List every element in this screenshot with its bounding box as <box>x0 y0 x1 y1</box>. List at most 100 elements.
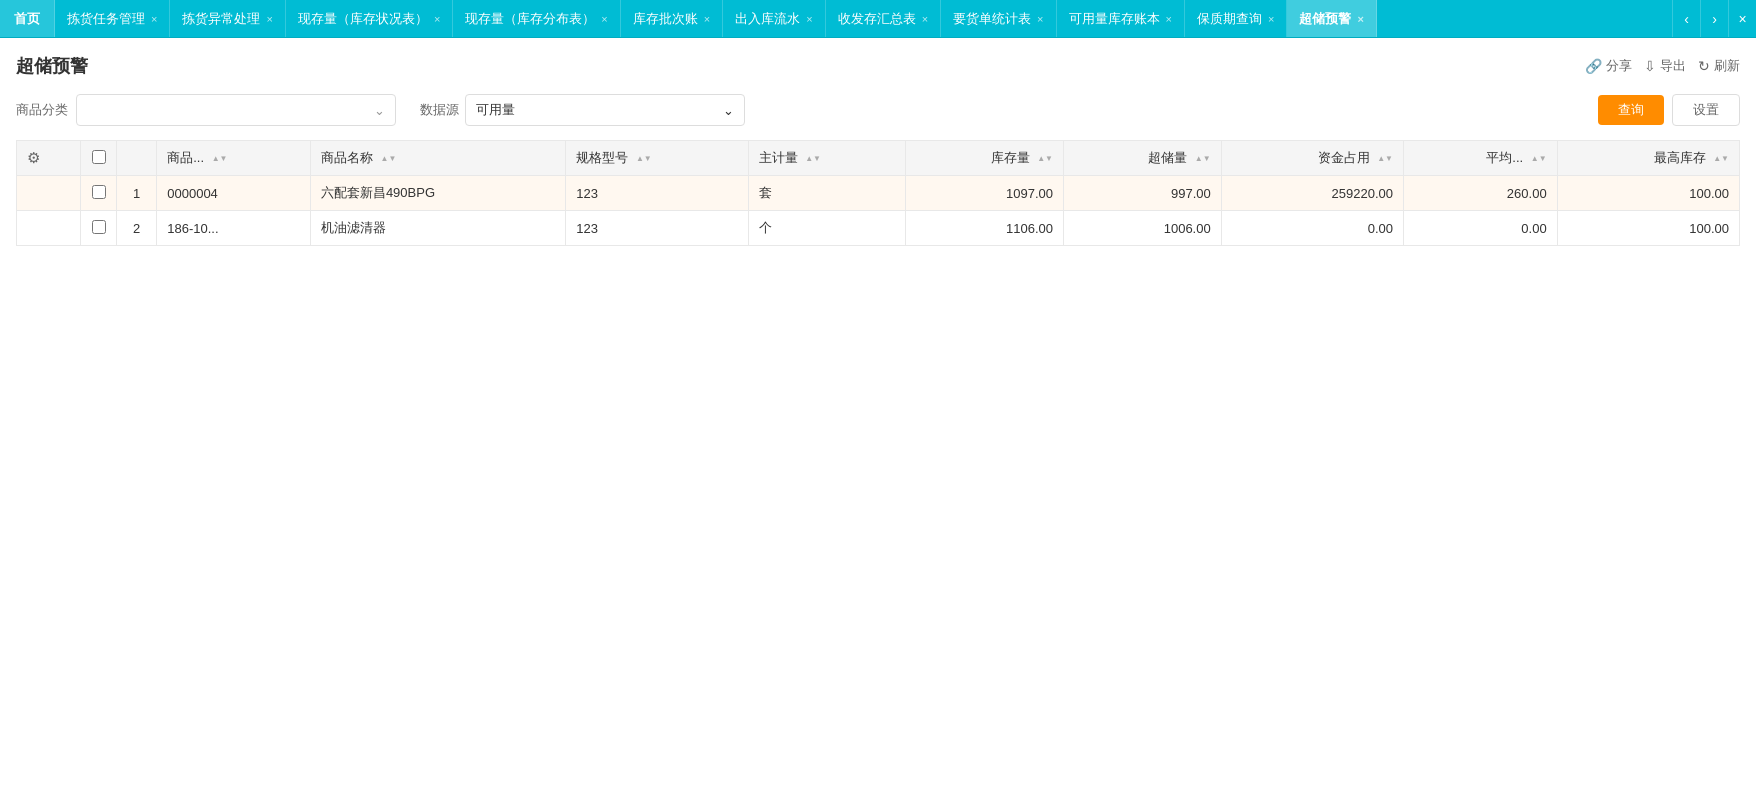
datasource-select[interactable]: 可用量 ⌄ <box>465 94 745 126</box>
th-spec[interactable]: 规格型号 ▲▼ <box>566 141 748 176</box>
page-container: 超储预警 🔗 分享 ⇩ 导出 ↻ 刷新 商品分类 ⌄ 数据源 <box>0 38 1756 800</box>
filter-row: 商品分类 ⌄ 数据源 可用量 ⌄ 查询 设置 <box>16 94 1740 126</box>
th-overstock[interactable]: 超储量 ▲▼ <box>1063 141 1221 176</box>
datasource-label: 数据源 <box>420 101 459 119</box>
nav-tab-tab-7[interactable]: 收发存汇总表× <box>826 0 941 37</box>
row-checkbox-cell[interactable] <box>81 211 117 246</box>
row-product-name: 六配套新昌490BPG <box>310 176 565 211</box>
tab-close-icon[interactable]: × <box>1357 13 1363 25</box>
row-unit: 套 <box>748 176 906 211</box>
th-product-code[interactable]: 商品... ▲▼ <box>157 141 311 176</box>
row-checkbox-cell[interactable] <box>81 176 117 211</box>
refresh-icon: ↻ <box>1698 58 1710 74</box>
nav-arrow-close[interactable]: × <box>1728 0 1756 38</box>
th-capital-label: 资金占用 <box>1318 150 1370 165</box>
tab-close-icon[interactable]: × <box>601 13 607 25</box>
nav-tab-tab-1[interactable]: 拣货任务管理 × <box>55 0 170 37</box>
share-label: 分享 <box>1606 57 1632 75</box>
setting-button[interactable]: 设置 <box>1672 94 1740 126</box>
table-row: 1 0000004 六配套新昌490BPG 123 套 1097.00 997.… <box>17 176 1740 211</box>
tab-close-icon[interactable]: × <box>704 13 710 25</box>
row-stock: 1097.00 <box>906 176 1064 211</box>
th-product-name-label: 商品名称 <box>321 150 373 165</box>
refresh-action[interactable]: ↻ 刷新 <box>1698 57 1740 75</box>
nav-tab-tab-5[interactable]: 库存批次账 × <box>621 0 723 37</box>
nav-tab-tab-3[interactable]: 现存量（库存状况表） × <box>286 0 453 37</box>
th-capital[interactable]: 资金占用 ▲▼ <box>1221 141 1403 176</box>
row-overstock: 997.00 <box>1063 176 1221 211</box>
sort-icon-unit: ▲▼ <box>805 154 821 163</box>
th-stock-label: 库存量 <box>991 150 1030 165</box>
share-icon: 🔗 <box>1585 58 1602 74</box>
nav-arrows: ‹ › × <box>1672 0 1756 38</box>
tab-close-icon[interactable]: × <box>922 13 928 25</box>
th-product-name[interactable]: 商品名称 ▲▼ <box>310 141 565 176</box>
nav-home[interactable]: 首页 <box>0 0 55 37</box>
tab-label: 超储预警 <box>1299 10 1351 28</box>
sort-icon-product-name: ▲▼ <box>381 154 397 163</box>
nav-tab-tab-10[interactable]: 保质期查询 × <box>1185 0 1287 37</box>
row-max-stock: 100.00 <box>1557 211 1739 246</box>
th-avg[interactable]: 平均... ▲▼ <box>1403 141 1557 176</box>
tab-close-icon[interactable]: × <box>1166 13 1172 25</box>
th-settings[interactable]: ⚙ <box>17 141 81 176</box>
category-label: 商品分类 <box>16 101 68 119</box>
sort-icon-stock: ▲▼ <box>1037 154 1053 163</box>
tab-close-icon[interactable]: × <box>1037 13 1043 25</box>
row-avg: 260.00 <box>1403 176 1557 211</box>
tab-close-icon[interactable]: × <box>434 13 440 25</box>
row-spec: 123 <box>566 211 748 246</box>
th-stock[interactable]: 库存量 ▲▼ <box>906 141 1064 176</box>
row-capital: 0.00 <box>1221 211 1403 246</box>
row-product-code: 186-10... <box>157 211 311 246</box>
query-button[interactable]: 查询 <box>1598 95 1664 125</box>
tab-close-icon[interactable]: × <box>1268 13 1274 25</box>
share-action[interactable]: 🔗 分享 <box>1585 57 1632 75</box>
tab-label: 库存批次账 <box>633 10 698 28</box>
tab-close-icon[interactable]: × <box>151 13 157 25</box>
row-overstock: 1006.00 <box>1063 211 1221 246</box>
row-settings-cell <box>17 176 81 211</box>
export-icon: ⇩ <box>1644 58 1656 74</box>
nav-tab-tab-11[interactable]: 超储预警 × <box>1287 0 1376 37</box>
sort-icon-spec: ▲▼ <box>636 154 652 163</box>
tab-label: 现存量（库存分布表） <box>465 10 595 28</box>
tab-close-icon[interactable]: × <box>806 13 812 25</box>
tab-label: 拣货任务管理 <box>67 10 145 28</box>
row-checkbox[interactable] <box>92 220 106 234</box>
th-max-stock[interactable]: 最高库存 ▲▼ <box>1557 141 1739 176</box>
table-row: 2 186-10... 机油滤清器 123 个 1106.00 1006.00 … <box>17 211 1740 246</box>
sort-icon-capital: ▲▼ <box>1377 154 1393 163</box>
export-label: 导出 <box>1660 57 1686 75</box>
row-checkbox[interactable] <box>92 185 106 199</box>
tab-label: 保质期查询 <box>1197 10 1262 28</box>
tab-label: 现存量（库存状况表） <box>298 10 428 28</box>
nav-arrow-left[interactable]: ‹ <box>1672 0 1700 38</box>
category-arrow-icon: ⌄ <box>374 103 385 118</box>
select-all-checkbox[interactable] <box>92 150 106 164</box>
row-unit: 个 <box>748 211 906 246</box>
tab-close-icon[interactable]: × <box>266 13 272 25</box>
nav-tab-tab-4[interactable]: 现存量（库存分布表） × <box>453 0 620 37</box>
row-capital: 259220.00 <box>1221 176 1403 211</box>
table-body: 1 0000004 六配套新昌490BPG 123 套 1097.00 997.… <box>17 176 1740 246</box>
page-header: 超储预警 🔗 分享 ⇩ 导出 ↻ 刷新 <box>16 54 1740 78</box>
nav-tab-tab-9[interactable]: 可用量库存账本× <box>1057 0 1185 37</box>
th-avg-label: 平均... <box>1486 150 1523 165</box>
datasource-filter: 数据源 可用量 ⌄ <box>420 94 745 126</box>
row-stock: 1106.00 <box>906 211 1064 246</box>
th-max-stock-label: 最高库存 <box>1654 150 1706 165</box>
nav-tab-tab-6[interactable]: 出入库流水× <box>723 0 825 37</box>
nav-arrow-right[interactable]: › <box>1700 0 1728 38</box>
export-action[interactable]: ⇩ 导出 <box>1644 57 1686 75</box>
category-select[interactable]: ⌄ <box>76 94 396 126</box>
settings-icon[interactable]: ⚙ <box>27 149 40 166</box>
nav-bar: 首页 拣货任务管理×拣货异常处理×现存量（库存状况表）×现存量（库存分布表）×库… <box>0 0 1756 38</box>
row-avg: 0.00 <box>1403 211 1557 246</box>
datasource-value: 可用量 <box>476 101 515 119</box>
nav-tab-tab-2[interactable]: 拣货异常处理× <box>170 0 285 37</box>
th-unit[interactable]: 主计量 ▲▼ <box>748 141 906 176</box>
home-label: 首页 <box>14 10 40 28</box>
nav-tab-tab-8[interactable]: 要货单统计表× <box>941 0 1056 37</box>
row-product-code: 0000004 <box>157 176 311 211</box>
